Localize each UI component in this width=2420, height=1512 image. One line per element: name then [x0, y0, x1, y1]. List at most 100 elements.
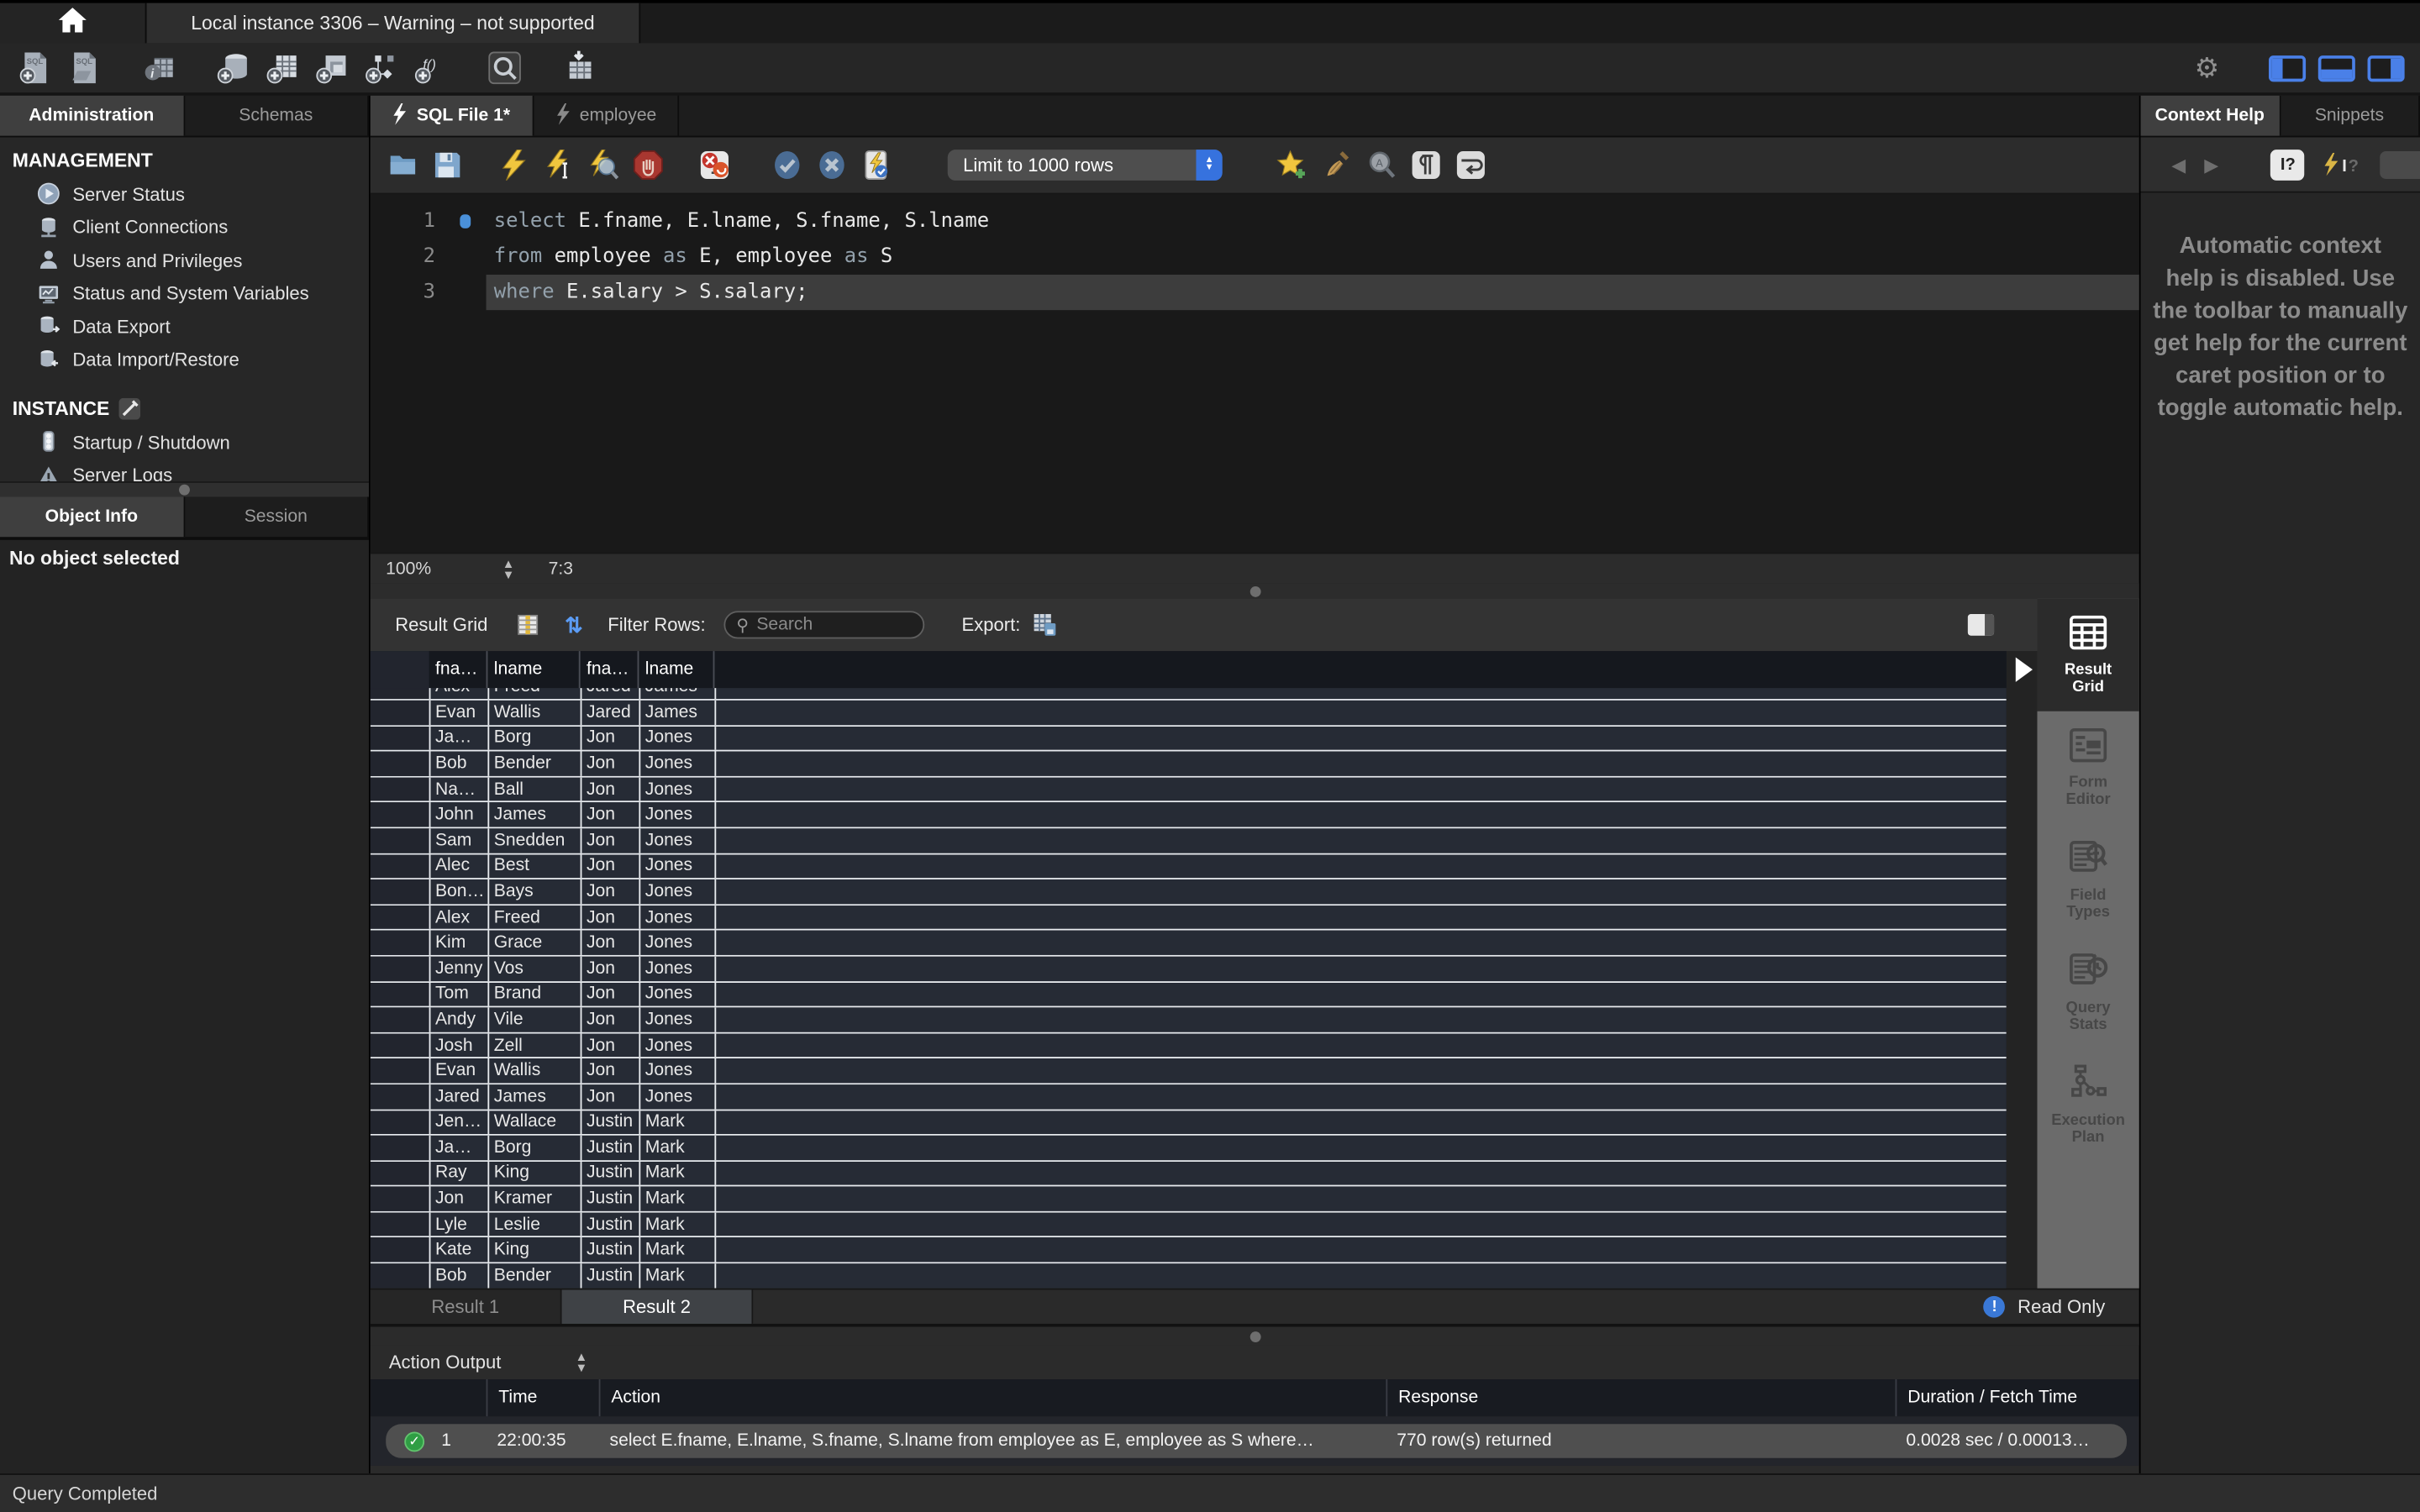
- grid-cell[interactable]: James: [639, 688, 714, 700]
- grid-cell[interactable]: Bob: [429, 751, 488, 776]
- grid-cell[interactable]: Mark: [639, 1161, 714, 1186]
- grid-cell[interactable]: Jones: [639, 726, 714, 750]
- tab-employee[interactable]: employee: [534, 95, 680, 136]
- grid-cell[interactable]: Lyle: [429, 1212, 488, 1237]
- grid-row[interactable]: Bon… Bays Jon Jones: [370, 879, 2007, 906]
- refresh-icon[interactable]: ⇅: [565, 612, 583, 638]
- show-invisibles-icon[interactable]: [1409, 148, 1443, 181]
- grid-row[interactable]: Jon Kramer Justin Mark: [370, 1186, 2007, 1213]
- grid-cell[interactable]: Jared: [580, 688, 639, 700]
- grid-cell[interactable]: James: [487, 1084, 580, 1109]
- grid-cell[interactable]: Jon: [580, 1058, 639, 1084]
- strip-item-field-types[interactable]: Field Types: [2037, 824, 2139, 937]
- grid-cell[interactable]: Jones: [639, 828, 714, 853]
- grid-cell[interactable]: James: [639, 700, 714, 725]
- sidebar-splitter[interactable]: [0, 481, 369, 497]
- grid-cell[interactable]: Alex: [429, 905, 488, 930]
- grid-col-header[interactable]: fna…: [429, 651, 488, 689]
- strip-item-form-editor[interactable]: Form Editor: [2037, 711, 2139, 824]
- toggle-grid-sidebar-icon[interactable]: [1967, 614, 1995, 636]
- grid-cell[interactable]: Jones: [639, 956, 714, 981]
- create-table-icon[interactable]: [262, 48, 302, 88]
- forward-arrow-icon[interactable]: ▶: [2204, 154, 2218, 176]
- grid-cell[interactable]: Mark: [639, 1212, 714, 1237]
- preferences-gear-icon[interactable]: ⚙: [2195, 52, 2220, 85]
- grid-cell[interactable]: Evan: [429, 700, 488, 725]
- grid-cell[interactable]: Alex: [429, 688, 488, 700]
- grid-cell[interactable]: Justin: [580, 1110, 639, 1135]
- grid-cell[interactable]: Jon: [580, 777, 639, 801]
- grid-cell[interactable]: Tom: [429, 982, 488, 1006]
- grid-cell[interactable]: Jon: [580, 828, 639, 853]
- create-view-icon[interactable]: [312, 48, 352, 88]
- grid-cell[interactable]: Mark: [639, 1186, 714, 1211]
- grid-cell[interactable]: Kim: [429, 931, 488, 955]
- grid-cell[interactable]: Leslie: [487, 1212, 580, 1237]
- grid-row[interactable]: Josh Zell Jon Jones: [370, 1033, 2007, 1059]
- grid-cell[interactable]: Jones: [639, 853, 714, 879]
- grid-row[interactable]: Bob Bender Jon Jones: [370, 751, 2007, 778]
- grid-cell[interactable]: Jon: [580, 726, 639, 750]
- grid-cell[interactable]: Jon: [580, 931, 639, 955]
- grid-cell[interactable]: Na…: [429, 777, 488, 801]
- rollback-icon[interactable]: [815, 148, 849, 181]
- grid-cell[interactable]: Bon…: [429, 879, 488, 904]
- grid-cell[interactable]: Mark: [639, 1237, 714, 1263]
- grid-row[interactable]: Kate King Justin Mark: [370, 1237, 2007, 1264]
- tab-sql-file-1[interactable]: SQL File 1*: [370, 95, 534, 136]
- grid-cell[interactable]: Jones: [639, 751, 714, 776]
- grid-cell[interactable]: Kate: [429, 1237, 488, 1263]
- grid-row[interactable]: Sam Snedden Jon Jones: [370, 828, 2007, 854]
- create-schema-icon[interactable]: [213, 48, 253, 88]
- grid-row[interactable]: Andy Vile Jon Jones: [370, 1007, 2007, 1034]
- grid-cell[interactable]: King: [487, 1161, 580, 1186]
- grid-cell[interactable]: Jon: [580, 751, 639, 776]
- grid-cell[interactable]: Vile: [487, 1007, 580, 1032]
- save-icon[interactable]: [430, 148, 464, 181]
- action-output-selector-icon[interactable]: ▲ ▼: [576, 1351, 588, 1374]
- tab-administration[interactable]: Administration: [0, 95, 185, 136]
- grid-cell[interactable]: Wallis: [487, 1058, 580, 1084]
- grid-cell[interactable]: Jon: [580, 1007, 639, 1032]
- grid-cell[interactable]: Justin: [580, 1186, 639, 1211]
- grid-cell[interactable]: Jones: [639, 1058, 714, 1084]
- create-procedure-icon[interactable]: [361, 48, 402, 88]
- sidebar-item-client-connections[interactable]: Client Connections: [0, 211, 369, 244]
- grid-cell[interactable]: Bob: [429, 1263, 488, 1289]
- grid-cell[interactable]: Jon: [580, 982, 639, 1006]
- grid-cell[interactable]: Ja…: [429, 726, 488, 750]
- grid-col-header[interactable]: lname: [639, 651, 715, 689]
- create-function-icon[interactable]: f(): [411, 48, 451, 88]
- grid-cell[interactable]: Justin: [580, 1263, 639, 1289]
- grid-row[interactable]: Kim Grace Jon Jones: [370, 931, 2007, 957]
- grid-cell[interactable]: Evan: [429, 1058, 488, 1084]
- grid-row[interactable]: Ja… Borg Jon Jones: [370, 726, 2007, 752]
- grid-row[interactable]: Evan Wallis Jon Jones: [370, 1058, 2007, 1085]
- grid-cell[interactable]: James: [487, 802, 580, 827]
- execute-icon[interactable]: [497, 148, 530, 181]
- tab-result-1[interactable]: Result 1: [370, 1289, 562, 1324]
- grid-col-header[interactable]: lname: [487, 651, 581, 689]
- grid-row[interactable]: Ray King Justin Mark: [370, 1161, 2007, 1187]
- sidebar-item-data-export[interactable]: Data Export: [0, 310, 369, 343]
- grid-row[interactable]: Jared James Jon Jones: [370, 1084, 2007, 1110]
- toggle-right-sidebar-icon[interactable]: [2367, 55, 2405, 81]
- limit-rows-select[interactable]: Limit to 1000 rows ▲ ▼: [947, 150, 1223, 181]
- toggle-wrap-icon[interactable]: [1454, 148, 1487, 181]
- columns-icon[interactable]: [516, 612, 540, 637]
- grid-cell[interactable]: Bays: [487, 879, 580, 904]
- grid-cell[interactable]: Josh: [429, 1033, 488, 1058]
- grid-row[interactable]: Jen… Wallace Justin Mark: [370, 1110, 2007, 1137]
- grid-cell[interactable]: King: [487, 1237, 580, 1263]
- grid-cell[interactable]: Jones: [639, 905, 714, 930]
- open-sql-script-icon[interactable]: SQL: [65, 48, 105, 88]
- grid-cell[interactable]: John: [429, 802, 488, 827]
- grid-cell[interactable]: Mark: [639, 1110, 714, 1135]
- grid-cell[interactable]: Freed: [487, 905, 580, 930]
- export-icon[interactable]: [1033, 612, 1057, 637]
- grid-row[interactable]: Bob Bender Justin Mark: [370, 1263, 2007, 1289]
- grid-cell[interactable]: Snedden: [487, 828, 580, 853]
- grid-cell[interactable]: Ja…: [429, 1136, 488, 1160]
- grid-cell[interactable]: Sam: [429, 828, 488, 853]
- tab-result-2[interactable]: Result 2: [561, 1289, 754, 1324]
